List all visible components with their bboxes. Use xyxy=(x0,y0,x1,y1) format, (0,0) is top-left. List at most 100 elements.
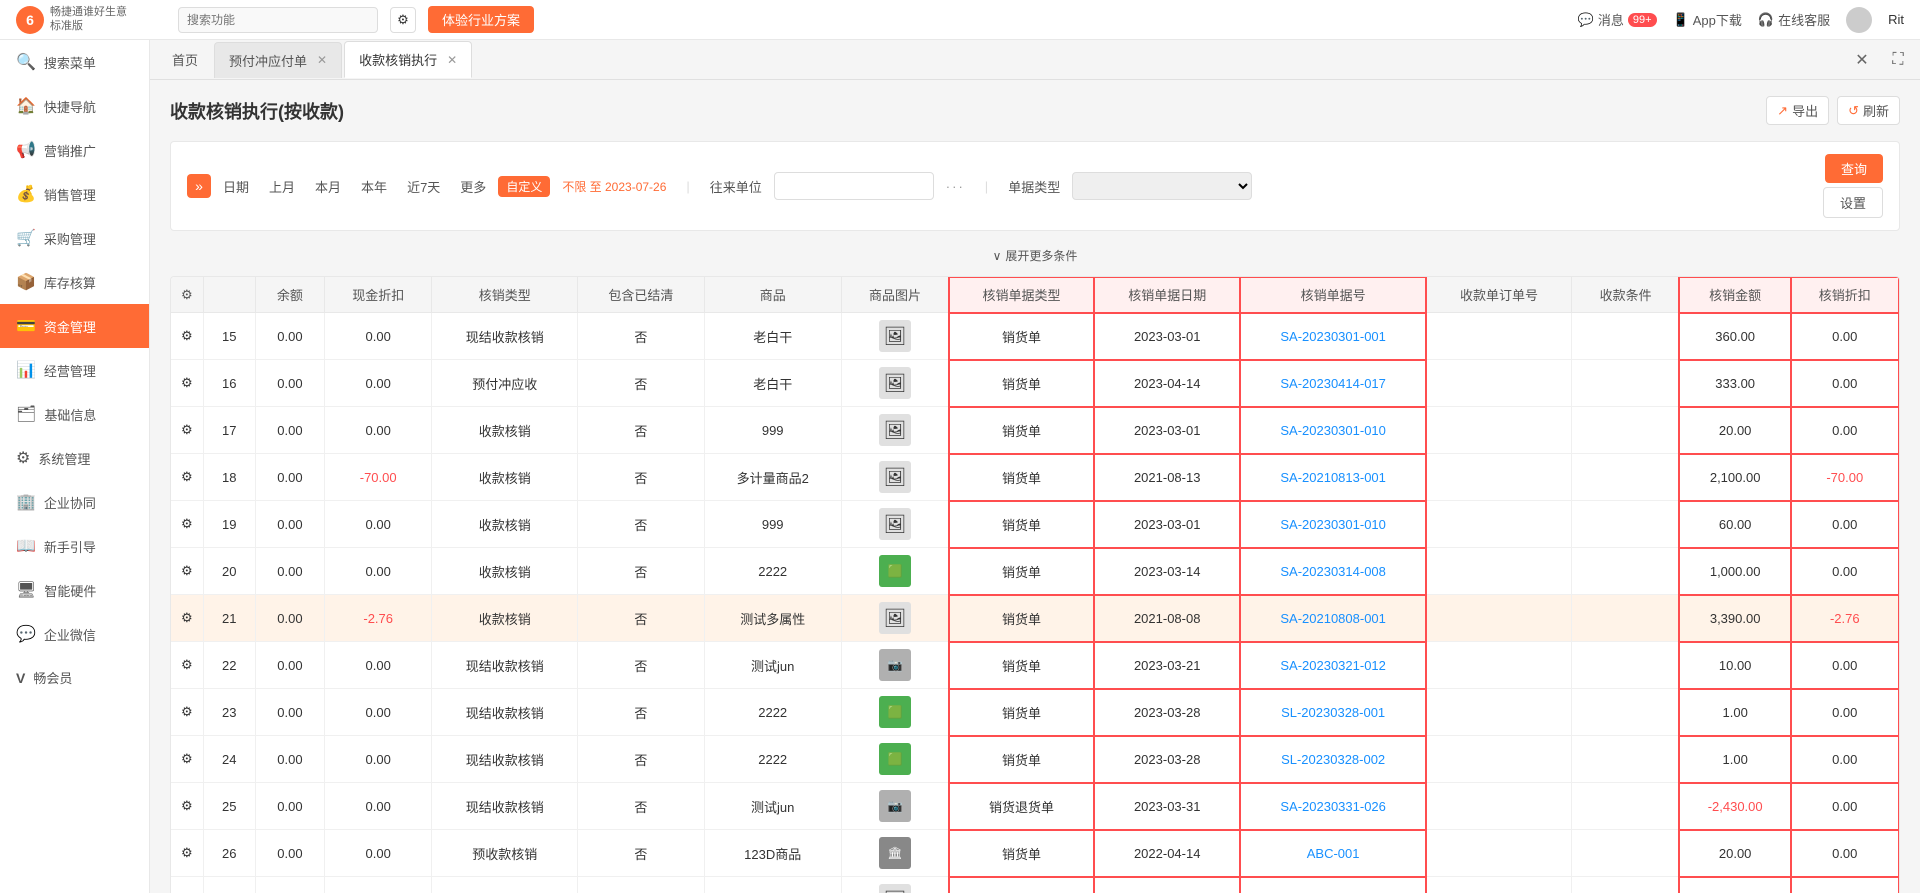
sidebar-item-guide[interactable]: 📖 新手引导 xyxy=(0,524,149,568)
write-off-no-cell[interactable]: SA-20230301-010 xyxy=(1240,501,1426,548)
query-button[interactable]: 查询 xyxy=(1825,154,1883,183)
write-off-no-link[interactable]: SA-20230314-008 xyxy=(1280,564,1386,579)
user-name[interactable]: Rit xyxy=(1888,12,1904,27)
tab-maximize-button[interactable]: ⛶ xyxy=(1884,46,1912,74)
sidebar-item-corp[interactable]: 🏢 企业协同 xyxy=(0,480,149,524)
seq-cell: 23 xyxy=(203,689,255,736)
date-custom-btn[interactable]: 自定义 xyxy=(498,176,550,197)
refresh-button[interactable]: ↺ 刷新 xyxy=(1837,96,1900,125)
balance-cell: 0.00 xyxy=(255,830,324,877)
col-gear[interactable]: ⚙ xyxy=(171,277,203,313)
write-off-discount-cell: 0.00 xyxy=(1791,313,1898,360)
top-search-input[interactable] xyxy=(178,7,378,33)
write-off-no-cell[interactable]: SA-20210808-001 xyxy=(1240,595,1426,642)
write-off-doc-type-cell: 销货单 xyxy=(949,689,1095,736)
expand-more-bar[interactable]: ∨ 展开更多条件 xyxy=(170,243,1900,268)
table-row[interactable]: ⚙ 25 0.00 0.00 现结收款核销 否 测试jun 📷 销货退货单 20… xyxy=(171,783,1899,830)
filter-toggle-button[interactable]: » xyxy=(187,174,211,198)
tab-home[interactable]: 首页 xyxy=(158,42,212,77)
sidebar-item-basic[interactable]: 🗂 基础信息 xyxy=(0,392,149,436)
tab-prepay[interactable]: 预付冲应付单 ✕ xyxy=(214,42,342,78)
write-off-no-link[interactable]: ABC-001 xyxy=(1307,846,1360,861)
table-row[interactable]: ⚙ 27 0.00 0.00 现结收款核销 否 衣服00001 🖼 销货单 20… xyxy=(171,877,1899,893)
write-off-no-link[interactable]: SA-20210813-001 xyxy=(1280,470,1386,485)
gear-cell: ⚙ xyxy=(171,595,203,642)
tab-collect[interactable]: 收款核销执行 ✕ xyxy=(344,41,472,78)
tab-prepay-close[interactable]: ✕ xyxy=(317,53,327,67)
table-row[interactable]: ⚙ 20 0.00 0.00 收款核销 否 2222 🟩 销货单 2023-03… xyxy=(171,548,1899,595)
write-off-no-cell[interactable]: SL-20230328-001 xyxy=(1240,689,1426,736)
write-off-no-cell[interactable]: SA-20230414-017 xyxy=(1240,360,1426,407)
tab-collect-close[interactable]: ✕ xyxy=(447,53,457,67)
date-last-month-btn[interactable]: 上月 xyxy=(261,175,303,198)
partner-dots: ··· xyxy=(946,179,965,194)
date-more-btn[interactable]: 更多 xyxy=(452,175,494,198)
sidebar-item-label: 营销推广 xyxy=(44,141,96,160)
receipt-order-no-cell xyxy=(1426,501,1572,548)
app-download-button[interactable]: 📱 App下载 xyxy=(1673,10,1742,29)
write-off-no-link[interactable]: SL-20230328-002 xyxy=(1281,752,1385,767)
write-off-no-cell[interactable]: ABC-001 xyxy=(1240,830,1426,877)
date-this-year-btn[interactable]: 本年 xyxy=(353,175,395,198)
sidebar-item-business[interactable]: 📊 经营管理 xyxy=(0,348,149,392)
write-off-no-cell[interactable]: SL-20230328-002 xyxy=(1240,736,1426,783)
trial-button[interactable]: 体验行业方案 xyxy=(428,6,534,33)
col-include-settled: 包含已结清 xyxy=(578,277,705,313)
table-row[interactable]: ⚙ 22 0.00 0.00 现结收款核销 否 测试jun 📷 销货单 2023… xyxy=(171,642,1899,689)
write-off-no-link[interactable]: SA-20230331-026 xyxy=(1280,799,1386,814)
write-off-no-cell[interactable]: SA-20230301-001 xyxy=(1240,313,1426,360)
write-off-no-link[interactable]: SA-20230414-017 xyxy=(1280,376,1386,391)
sidebar-item-system[interactable]: ⚙ 系统管理 xyxy=(0,436,149,480)
write-off-amount-cell: 1,000.00 xyxy=(1679,548,1791,595)
include-settled-cell: 否 xyxy=(578,548,705,595)
sidebar-item-search[interactable]: 🔍 搜索菜单 xyxy=(0,40,149,84)
table-row[interactable]: ⚙ 19 0.00 0.00 收款核销 否 999 🖼 销货单 2023-03-… xyxy=(171,501,1899,548)
tab-bar: 首页 预付冲应付单 ✕ 收款核销执行 ✕ ✕ ⛶ xyxy=(150,40,1920,80)
date-7days-btn[interactable]: 近7天 xyxy=(399,175,448,198)
export-button[interactable]: ↗ 导出 xyxy=(1766,96,1829,125)
doc-type-select[interactable] xyxy=(1072,172,1252,200)
online-service-button[interactable]: 🎧 在线客服 xyxy=(1758,10,1830,29)
sidebar-item-hardware[interactable]: 🖥 智能硬件 xyxy=(0,568,149,612)
write-off-no-cell[interactable]: SA-20230301-010 xyxy=(1240,407,1426,454)
gear-button[interactable]: ⚙ xyxy=(390,7,416,33)
partner-input[interactable] xyxy=(774,172,934,200)
write-off-no-link[interactable]: SL-20230328-001 xyxy=(1281,705,1385,720)
receipt-order-no-cell xyxy=(1426,454,1572,501)
avatar[interactable] xyxy=(1846,7,1872,33)
table-row[interactable]: ⚙ 21 0.00 -2.76 收款核销 否 测试多属性 🖼 销货单 2021-… xyxy=(171,595,1899,642)
receipt-order-no-cell xyxy=(1426,736,1572,783)
sidebar-item-purchase[interactable]: 🛒 采购管理 xyxy=(0,216,149,260)
sidebar-item-quick-nav[interactable]: 🏠 快捷导航 xyxy=(0,84,149,128)
write-off-no-link[interactable]: SA-20230321-012 xyxy=(1280,658,1386,673)
settings-button[interactable]: 设置 xyxy=(1823,187,1883,218)
write-off-no-cell[interactable]: SA-20230314-008 xyxy=(1240,548,1426,595)
table-row[interactable]: ⚙ 18 0.00 -70.00 收款核销 否 多计量商品2 🖼 销货单 202… xyxy=(171,454,1899,501)
table-row[interactable]: ⚙ 15 0.00 0.00 现结收款核销 否 老白干 🖼 销货单 2023-0… xyxy=(171,313,1899,360)
table-row[interactable]: ⚙ 23 0.00 0.00 现结收款核销 否 2222 🟩 销货单 2023-… xyxy=(171,689,1899,736)
date-this-month-btn[interactable]: 本月 xyxy=(307,175,349,198)
sidebar-item-wechat[interactable]: 💬 企业微信 xyxy=(0,612,149,656)
table-row[interactable]: ⚙ 16 0.00 0.00 预付冲应收 否 老白干 🖼 销货单 2023-04… xyxy=(171,360,1899,407)
write-off-no-cell[interactable]: SA-20230321-012 xyxy=(1240,642,1426,689)
cash-discount-cell: -70.00 xyxy=(324,454,431,501)
write-off-no-link[interactable]: SA-20230301-001 xyxy=(1280,329,1386,344)
write-off-no-cell[interactable]: SA-20210813-001 xyxy=(1240,454,1426,501)
write-off-no-link[interactable]: SA-20230301-010 xyxy=(1280,517,1386,532)
write-off-no-cell[interactable]: SL-20230408-001 xyxy=(1240,877,1426,893)
write-off-no-link[interactable]: SA-20230301-010 xyxy=(1280,423,1386,438)
sidebar-item-finance[interactable]: 💳 资金管理 xyxy=(0,304,149,348)
write-off-amount-cell: 3,390.00 xyxy=(1679,595,1791,642)
sidebar-item-sales[interactable]: 💰 销售管理 xyxy=(0,172,149,216)
sidebar-item-inventory[interactable]: 📦 库存核算 xyxy=(0,260,149,304)
receipt-condition-cell xyxy=(1572,501,1679,548)
tab-close-button[interactable]: ✕ xyxy=(1848,46,1876,74)
write-off-no-link[interactable]: SA-20210808-001 xyxy=(1280,611,1386,626)
sidebar-item-marketing[interactable]: 📢 营销推广 xyxy=(0,128,149,172)
table-row[interactable]: ⚙ 26 0.00 0.00 预收款核销 否 123D商品 🏛 销货单 2022… xyxy=(171,830,1899,877)
table-row[interactable]: ⚙ 17 0.00 0.00 收款核销 否 999 🖼 销货单 2023-03-… xyxy=(171,407,1899,454)
messages-button[interactable]: 💬 消息 99+ xyxy=(1578,10,1657,29)
write-off-no-cell[interactable]: SA-20230331-026 xyxy=(1240,783,1426,830)
table-row[interactable]: ⚙ 24 0.00 0.00 现结收款核销 否 2222 🟩 销货单 2023-… xyxy=(171,736,1899,783)
sidebar-item-member[interactable]: V 畅会员 xyxy=(0,656,149,699)
